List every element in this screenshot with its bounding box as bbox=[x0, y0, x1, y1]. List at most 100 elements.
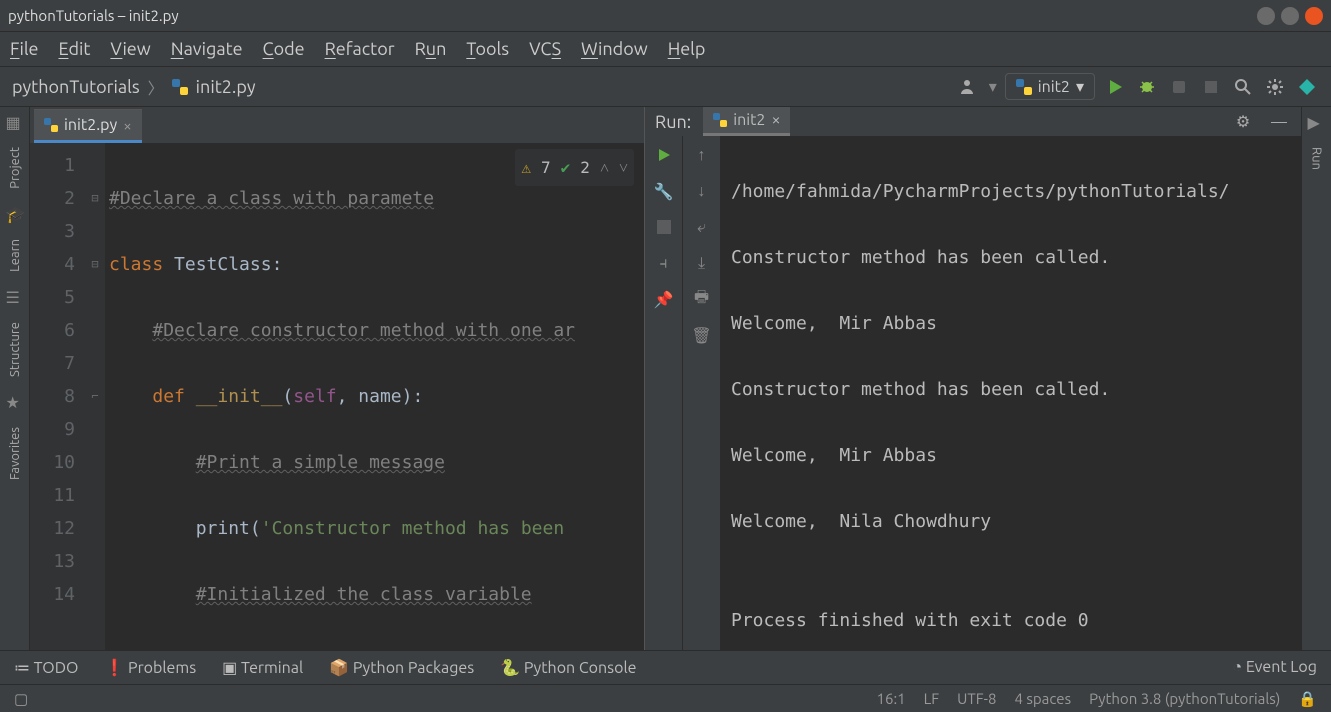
down-icon[interactable]: ↓ bbox=[691, 180, 713, 202]
run-config-name: init2 bbox=[1038, 78, 1070, 96]
tool-python-packages[interactable]: 📦 Python Packages bbox=[329, 658, 474, 677]
menu-navigate[interactable]: Navigate bbox=[171, 39, 243, 59]
editor-tab[interactable]: init2.py × bbox=[34, 109, 142, 143]
project-icon[interactable]: ▦ bbox=[6, 113, 24, 131]
run-tab[interactable]: init2 × bbox=[703, 107, 790, 136]
cursor-position[interactable]: 16:1 bbox=[877, 690, 906, 707]
gear-icon[interactable] bbox=[1263, 75, 1287, 99]
encoding[interactable]: UTF-8 bbox=[957, 690, 996, 707]
title-bar: pythonTutorials – init2.py bbox=[0, 0, 1331, 32]
maximize-icon[interactable] bbox=[1281, 7, 1299, 25]
side-tab-learn[interactable]: Learn bbox=[8, 229, 22, 282]
window-title: pythonTutorials – init2.py bbox=[8, 7, 1257, 24]
fold-icon[interactable]: ⊟ bbox=[85, 248, 105, 281]
lock-icon[interactable]: 🔒 bbox=[1298, 690, 1317, 708]
fold-gutter: ⊟ ⊟ ⌐ bbox=[85, 143, 105, 650]
check-icon: ✔ bbox=[561, 151, 571, 184]
structure-icon[interactable]: ☰ bbox=[6, 288, 24, 306]
softwrap-icon[interactable]: ⤶ bbox=[691, 216, 713, 238]
run-label: Run: bbox=[655, 112, 691, 132]
dropdown-icon[interactable]: ▾ bbox=[989, 77, 997, 96]
warning-icon: ⚠ bbox=[521, 151, 531, 184]
inspection-widget[interactable]: ⚠ 7 ✔ 2 ˄ ˅ bbox=[515, 149, 634, 186]
chevron-right-icon: 〉 bbox=[148, 75, 164, 99]
run-panel: Run: init2 × ⚙ — 🔧 ⫞ 📌 bbox=[645, 107, 1301, 650]
close-icon[interactable]: × bbox=[771, 111, 780, 129]
chevron-down-icon: ▾ bbox=[1076, 77, 1084, 96]
side-tab-structure[interactable]: Structure bbox=[8, 312, 22, 387]
breadcrumb-root[interactable]: pythonTutorials bbox=[12, 77, 140, 97]
menu-window[interactable]: Window bbox=[581, 39, 648, 59]
nav-toolbar: pythonTutorials 〉 init2.py ▾ init2 ▾ bbox=[0, 67, 1331, 107]
coverage-icon[interactable] bbox=[1167, 75, 1191, 99]
fold-icon[interactable]: ⊟ bbox=[85, 182, 105, 215]
bottom-toolbar: ≔ TODO ❗ Problems ▣ Terminal 📦 Python Pa… bbox=[0, 650, 1331, 684]
indent[interactable]: 4 spaces bbox=[1014, 690, 1071, 707]
run-output-toolbar: ↑ ↓ ⤶ ⤓ 🖶 🗑 bbox=[683, 136, 721, 709]
side-tab-run[interactable]: Run bbox=[1310, 137, 1324, 180]
minimize-icon[interactable] bbox=[1257, 7, 1275, 25]
scroll-icon[interactable]: ⤓ bbox=[691, 252, 713, 274]
run-console[interactable]: /home/fahmida/PycharmProjects/pythonTuto… bbox=[721, 136, 1301, 709]
favorites-icon[interactable]: ★ bbox=[6, 393, 24, 411]
menu-run[interactable]: Run bbox=[415, 39, 447, 59]
menu-vcs[interactable]: VCS bbox=[529, 39, 561, 59]
close-icon[interactable] bbox=[1305, 7, 1323, 25]
side-tab-project[interactable]: Project bbox=[8, 137, 22, 199]
status-bar: ▢ 16:1 LF UTF-8 4 spaces Python 3.8 (pyt… bbox=[0, 684, 1331, 712]
window-controls bbox=[1257, 7, 1323, 25]
tool-terminal[interactable]: ▣ Terminal bbox=[222, 658, 303, 677]
warning-count: 7 bbox=[541, 151, 551, 184]
menu-file[interactable]: File bbox=[10, 39, 39, 59]
line-separator[interactable]: LF bbox=[924, 690, 940, 707]
menu-view[interactable]: View bbox=[110, 39, 150, 59]
tool-event-log[interactable]: ◔ Event Log bbox=[1232, 658, 1317, 677]
check-count: 2 bbox=[580, 151, 590, 184]
menu-bar: File Edit View Navigate Code Refactor Ru… bbox=[0, 32, 1331, 67]
line-number-gutter: 12 34 56 78 910 1112 1314 bbox=[30, 143, 85, 650]
plugin-icon[interactable] bbox=[1295, 75, 1319, 99]
up-icon[interactable]: ↑ bbox=[691, 144, 713, 166]
breadcrumb-file[interactable]: init2.py bbox=[196, 77, 256, 97]
side-tab-favorites[interactable]: Favorites bbox=[8, 417, 22, 490]
code-editor[interactable]: 12 34 56 78 910 1112 1314 ⊟ ⊟ ⌐ #Declare… bbox=[30, 143, 644, 650]
gear-icon[interactable]: ⚙ bbox=[1231, 110, 1255, 134]
run-tab-bar: Run: init2 × ⚙ — bbox=[645, 107, 1301, 136]
interpreter[interactable]: Python 3.8 (pythonTutorials) bbox=[1089, 690, 1280, 707]
right-tool-gutter: ▶ Run bbox=[1301, 107, 1331, 650]
run-config-selector[interactable]: init2 ▾ bbox=[1005, 73, 1095, 100]
python-file-icon bbox=[172, 79, 188, 95]
stop-icon[interactable] bbox=[1199, 75, 1223, 99]
code-content[interactable]: #Declare a class with paramete class Tes… bbox=[105, 143, 644, 650]
tool-todo[interactable]: ≔ TODO bbox=[14, 658, 78, 677]
wrench-icon[interactable]: 🔧 bbox=[653, 180, 675, 202]
rerun-icon[interactable] bbox=[653, 144, 675, 166]
user-icon[interactable] bbox=[957, 75, 981, 99]
fold-end-icon[interactable]: ⌐ bbox=[85, 380, 105, 413]
trash-icon[interactable]: 🗑 bbox=[691, 324, 713, 346]
layout-icon[interactable]: ⫞ bbox=[653, 252, 675, 274]
caret-down-icon[interactable]: ˅ bbox=[619, 151, 628, 184]
debug-icon[interactable] bbox=[1135, 75, 1159, 99]
pin-icon[interactable]: 📌 bbox=[653, 288, 675, 310]
learn-icon[interactable]: 🎓 bbox=[6, 205, 24, 223]
editor-tab-bar: init2.py × bbox=[30, 107, 644, 143]
menu-tools[interactable]: Tools bbox=[466, 39, 509, 59]
caret-up-icon[interactable]: ˄ bbox=[600, 151, 609, 184]
tool-python-console[interactable]: 🐍 Python Console bbox=[500, 658, 636, 677]
menu-refactor[interactable]: Refactor bbox=[325, 39, 395, 59]
minimize-icon[interactable]: — bbox=[1267, 110, 1291, 134]
run-icon[interactable] bbox=[1103, 75, 1127, 99]
search-icon[interactable] bbox=[1231, 75, 1255, 99]
run-actions-col: 🔧 ⫞ 📌 bbox=[645, 136, 683, 709]
print-icon[interactable]: 🖶 bbox=[691, 288, 713, 310]
close-tab-icon[interactable]: × bbox=[123, 117, 131, 134]
run-side-icon[interactable]: ▶ bbox=[1308, 113, 1326, 131]
menu-edit[interactable]: Edit bbox=[59, 39, 91, 59]
ide-bottom-icon[interactable]: ▢ bbox=[14, 690, 28, 708]
tool-problems[interactable]: ❗ Problems bbox=[104, 658, 196, 677]
menu-code[interactable]: Code bbox=[263, 39, 305, 59]
editor-panel: init2.py × 12 34 56 78 910 1112 1314 ⊟ ⊟… bbox=[30, 107, 645, 650]
stop-icon[interactable] bbox=[653, 216, 675, 238]
menu-help[interactable]: Help bbox=[668, 39, 706, 59]
